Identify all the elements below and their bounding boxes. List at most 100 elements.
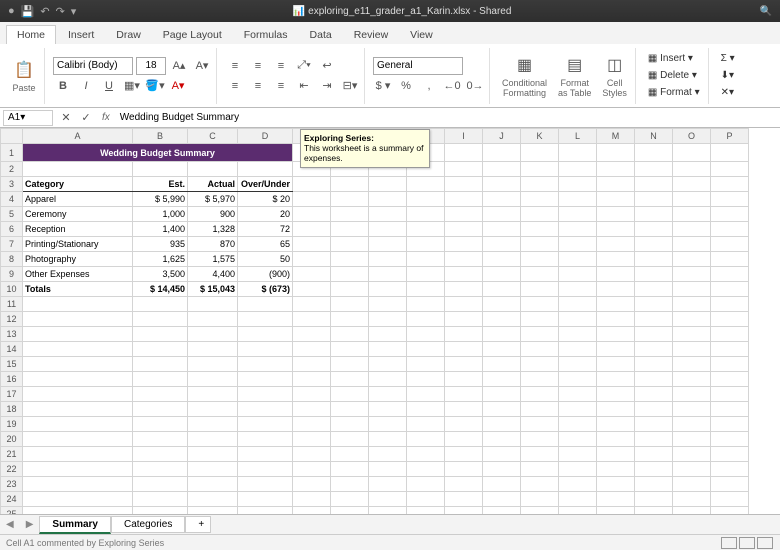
- cell[interactable]: [483, 432, 521, 447]
- row-header-4[interactable]: 4: [1, 192, 23, 207]
- cell[interactable]: [635, 192, 673, 207]
- header-category[interactable]: Category: [23, 177, 133, 192]
- cell[interactable]: [559, 492, 597, 507]
- cell-actual[interactable]: 900: [188, 207, 238, 222]
- cell[interactable]: [521, 252, 559, 267]
- cell[interactable]: [521, 222, 559, 237]
- cell[interactable]: [445, 282, 483, 297]
- cell[interactable]: [711, 237, 749, 252]
- cell[interactable]: [521, 267, 559, 282]
- add-sheet-button[interactable]: +: [185, 516, 211, 533]
- cell[interactable]: [711, 267, 749, 282]
- cell[interactable]: [559, 312, 597, 327]
- cell[interactable]: [711, 417, 749, 432]
- cell[interactable]: [23, 507, 133, 515]
- col-header-N[interactable]: N: [635, 129, 673, 144]
- cell[interactable]: [188, 312, 238, 327]
- cell[interactable]: [483, 237, 521, 252]
- sheet-next-icon[interactable]: ▶: [20, 519, 40, 530]
- cell[interactable]: [23, 417, 133, 432]
- cell-overunder[interactable]: 72: [238, 222, 293, 237]
- cell[interactable]: [597, 144, 635, 162]
- cell-category[interactable]: Printing/Stationary: [23, 237, 133, 252]
- cell[interactable]: [133, 297, 188, 312]
- cell[interactable]: [293, 462, 331, 477]
- cell[interactable]: [23, 462, 133, 477]
- cell-category[interactable]: Other Expenses: [23, 267, 133, 282]
- cell[interactable]: [673, 144, 711, 162]
- cell[interactable]: [673, 177, 711, 192]
- cell[interactable]: [673, 237, 711, 252]
- cell[interactable]: [293, 177, 331, 192]
- cell[interactable]: [483, 297, 521, 312]
- cell[interactable]: [238, 432, 293, 447]
- cell[interactable]: [635, 387, 673, 402]
- row-header-12[interactable]: 12: [1, 312, 23, 327]
- cell[interactable]: [559, 144, 597, 162]
- cell[interactable]: [407, 432, 445, 447]
- cell[interactable]: [133, 402, 188, 417]
- cell[interactable]: [673, 162, 711, 177]
- cell[interactable]: [635, 372, 673, 387]
- cell[interactable]: [238, 372, 293, 387]
- row-header-7[interactable]: 7: [1, 237, 23, 252]
- cell[interactable]: [711, 144, 749, 162]
- cell[interactable]: [483, 162, 521, 177]
- cell[interactable]: [188, 417, 238, 432]
- cell[interactable]: [521, 144, 559, 162]
- cell[interactable]: [521, 387, 559, 402]
- cell[interactable]: [597, 297, 635, 312]
- format-as-table-button[interactable]: ▤Format as Table: [554, 51, 595, 100]
- col-header-J[interactable]: J: [483, 129, 521, 144]
- cell[interactable]: [559, 177, 597, 192]
- cell[interactable]: [133, 477, 188, 492]
- cell[interactable]: [188, 357, 238, 372]
- font-name-select[interactable]: [53, 57, 133, 75]
- cell[interactable]: [407, 177, 445, 192]
- cell[interactable]: [238, 327, 293, 342]
- cell[interactable]: [407, 477, 445, 492]
- cell[interactable]: [188, 297, 238, 312]
- cell[interactable]: [483, 492, 521, 507]
- cell[interactable]: [445, 192, 483, 207]
- row-header-9[interactable]: 9: [1, 267, 23, 282]
- cell[interactable]: [711, 447, 749, 462]
- cell[interactable]: [23, 477, 133, 492]
- cell[interactable]: [238, 402, 293, 417]
- cell[interactable]: [23, 492, 133, 507]
- cell[interactable]: [635, 417, 673, 432]
- cell[interactable]: [407, 297, 445, 312]
- cell[interactable]: [559, 387, 597, 402]
- cell[interactable]: [238, 462, 293, 477]
- paste-button[interactable]: 📋 Paste: [8, 56, 40, 95]
- cell[interactable]: [445, 312, 483, 327]
- cell[interactable]: [407, 462, 445, 477]
- search-icon[interactable]: 🔍: [720, 6, 780, 17]
- bold-button[interactable]: B: [53, 77, 73, 95]
- cell[interactable]: [407, 327, 445, 342]
- cell[interactable]: [445, 417, 483, 432]
- cell[interactable]: [188, 492, 238, 507]
- cell[interactable]: [673, 372, 711, 387]
- cell[interactable]: [635, 327, 673, 342]
- cell[interactable]: [559, 477, 597, 492]
- cell[interactable]: [238, 162, 293, 177]
- cell-overunder[interactable]: 50: [238, 252, 293, 267]
- cell-est[interactable]: 3,500: [133, 267, 188, 282]
- cell[interactable]: [711, 387, 749, 402]
- cell[interactable]: [597, 387, 635, 402]
- cell-category[interactable]: Photography: [23, 252, 133, 267]
- cell[interactable]: [23, 312, 133, 327]
- col-header-A[interactable]: A: [23, 129, 133, 144]
- row-header-1[interactable]: 1: [1, 144, 23, 162]
- cell[interactable]: [133, 342, 188, 357]
- cell[interactable]: [407, 267, 445, 282]
- cell[interactable]: [407, 282, 445, 297]
- cell[interactable]: [293, 192, 331, 207]
- cell[interactable]: [597, 237, 635, 252]
- align-left-icon[interactable]: ≡: [225, 77, 245, 95]
- cell[interactable]: [483, 144, 521, 162]
- comma-button[interactable]: ,: [419, 77, 439, 95]
- cell[interactable]: [369, 432, 407, 447]
- cell[interactable]: [407, 492, 445, 507]
